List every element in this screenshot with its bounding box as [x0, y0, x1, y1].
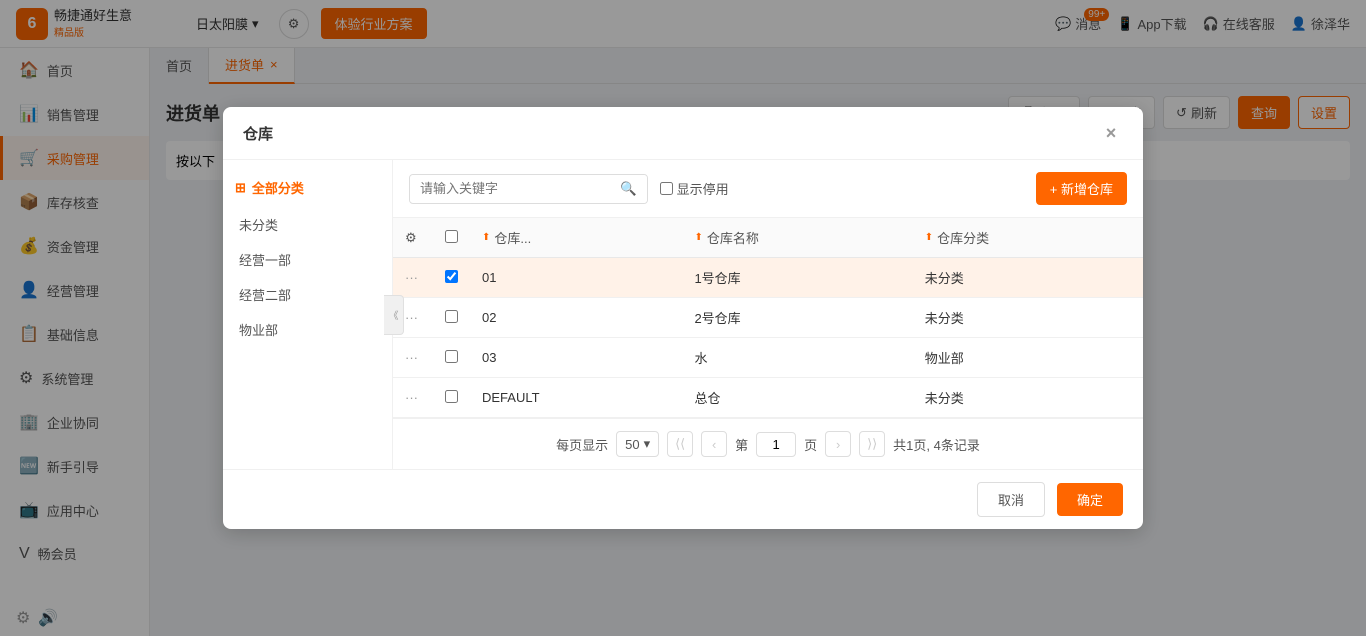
prev-page-button[interactable]: ‹: [701, 431, 727, 457]
row-index-cell: 03: [470, 338, 682, 378]
col-category: ⬆ 仓库分类: [913, 218, 1143, 258]
search-box: 🔍: [409, 174, 648, 204]
category-header-label: 全部分类: [252, 178, 304, 197]
row-actions-cell: ···: [393, 258, 433, 298]
row-category-cell: 未分类: [913, 378, 1143, 418]
row-actions-cell: ···: [393, 338, 433, 378]
page-label: 第: [735, 435, 748, 454]
row-index-cell: 02: [470, 298, 682, 338]
row-checkbox[interactable]: [445, 310, 458, 323]
first-page-button[interactable]: ⟨⟨: [667, 431, 693, 457]
row-index-cell: DEFAULT: [470, 378, 682, 418]
row-checkbox[interactable]: [445, 350, 458, 363]
category-panel: ⊞ 全部分类 未分类 经营一部 经营二部 物业部 《: [223, 160, 393, 469]
row-name-cell: 1号仓库: [682, 258, 912, 298]
data-table: ⚙ ⬆ 仓库... ⬆: [393, 218, 1143, 418]
table-area: 🔍 显示停用 + 新增仓库 ⚙: [393, 160, 1143, 469]
category-grid-icon: ⊞: [235, 180, 246, 196]
col-gear: ⚙: [393, 218, 433, 258]
page-number-input[interactable]: [756, 432, 796, 457]
row-more-icon[interactable]: ···: [405, 350, 418, 365]
search-button[interactable]: 🔍: [610, 175, 647, 203]
row-checkbox[interactable]: [445, 270, 458, 283]
row-checkbox-cell: [433, 338, 470, 378]
category-header: ⊞ 全部分类: [223, 172, 392, 207]
overlay[interactable]: 仓库 × ⊞ 全部分类 未分类 经营一部 经营二部 物业部 《: [0, 0, 1366, 636]
category-item-ops1[interactable]: 经营一部: [223, 242, 392, 277]
row-more-icon[interactable]: ···: [405, 390, 418, 405]
search-input[interactable]: [410, 175, 610, 202]
table-row[interactable]: ··· 03 水 物业部: [393, 338, 1143, 378]
cancel-button[interactable]: 取消: [977, 482, 1045, 517]
sort-icon-name: ⬆: [694, 232, 702, 243]
dialog-close-button[interactable]: ×: [1099, 121, 1123, 145]
table-toolbar: 🔍 显示停用 + 新增仓库: [393, 160, 1143, 218]
table-row[interactable]: ··· 01 1号仓库 未分类: [393, 258, 1143, 298]
next-page-button[interactable]: ›: [825, 431, 851, 457]
category-item-unclassified[interactable]: 未分类: [223, 207, 392, 242]
page-unit: 页: [804, 435, 817, 454]
col-code-label: 仓库...: [494, 228, 531, 247]
table-row[interactable]: ··· 02 2号仓库 未分类: [393, 298, 1143, 338]
row-more-icon[interactable]: ···: [405, 270, 418, 285]
row-index-cell: 01: [470, 258, 682, 298]
dialog-title: 仓库: [243, 123, 273, 144]
row-name-cell: 2号仓库: [682, 298, 912, 338]
row-name-cell: 水: [682, 338, 912, 378]
col-category-label: 仓库分类: [937, 228, 989, 247]
warehouse-dialog: 仓库 × ⊞ 全部分类 未分类 经营一部 经营二部 物业部 《: [223, 107, 1143, 529]
row-checkbox-cell: [433, 258, 470, 298]
row-name-cell: 总仓: [682, 378, 912, 418]
row-more-icon[interactable]: ···: [405, 310, 418, 325]
col-code: ⬆ 仓库...: [470, 218, 682, 258]
col-checkbox: [433, 218, 470, 258]
row-category-cell: 未分类: [913, 258, 1143, 298]
table-header-row: ⚙ ⬆ 仓库... ⬆: [393, 218, 1143, 258]
select-all-checkbox[interactable]: [445, 230, 458, 243]
show-disabled-checkbox[interactable]: [660, 182, 673, 195]
pagination: 每页显示 50 ▾ ⟨⟨ ‹ 第 页 › ⟩⟩ 共1页, 4条记录: [393, 418, 1143, 469]
show-disabled-label[interactable]: 显示停用: [660, 179, 729, 198]
total-info: 共1页, 4条记录: [893, 435, 980, 454]
new-warehouse-button[interactable]: + 新增仓库: [1036, 172, 1127, 205]
row-actions-cell: ···: [393, 378, 433, 418]
dialog-body: ⊞ 全部分类 未分类 经营一部 经营二部 物业部 《 🔍: [223, 160, 1143, 469]
page-size-select[interactable]: 50 ▾: [616, 431, 659, 457]
table-row[interactable]: ··· DEFAULT 总仓 未分类: [393, 378, 1143, 418]
row-checkbox-cell: [433, 298, 470, 338]
dialog-footer: 取消 确定: [223, 469, 1143, 529]
row-checkbox-cell: [433, 378, 470, 418]
last-page-button[interactable]: ⟩⟩: [859, 431, 885, 457]
row-category-cell: 物业部: [913, 338, 1143, 378]
row-category-cell: 未分类: [913, 298, 1143, 338]
chevron-down-icon: ▾: [644, 436, 651, 452]
category-item-property[interactable]: 物业部: [223, 312, 392, 347]
sort-icon-category: ⬆: [925, 232, 933, 243]
col-name: ⬆ 仓库名称: [682, 218, 912, 258]
row-checkbox[interactable]: [445, 390, 458, 403]
confirm-button[interactable]: 确定: [1057, 483, 1123, 516]
collapse-button[interactable]: 《: [384, 295, 404, 335]
dialog-header: 仓库 ×: [223, 107, 1143, 160]
category-item-ops2[interactable]: 经营二部: [223, 277, 392, 312]
sort-icon-code: ⬆: [482, 232, 490, 243]
page-size-label: 每页显示: [556, 435, 608, 454]
col-name-label: 仓库名称: [707, 228, 759, 247]
